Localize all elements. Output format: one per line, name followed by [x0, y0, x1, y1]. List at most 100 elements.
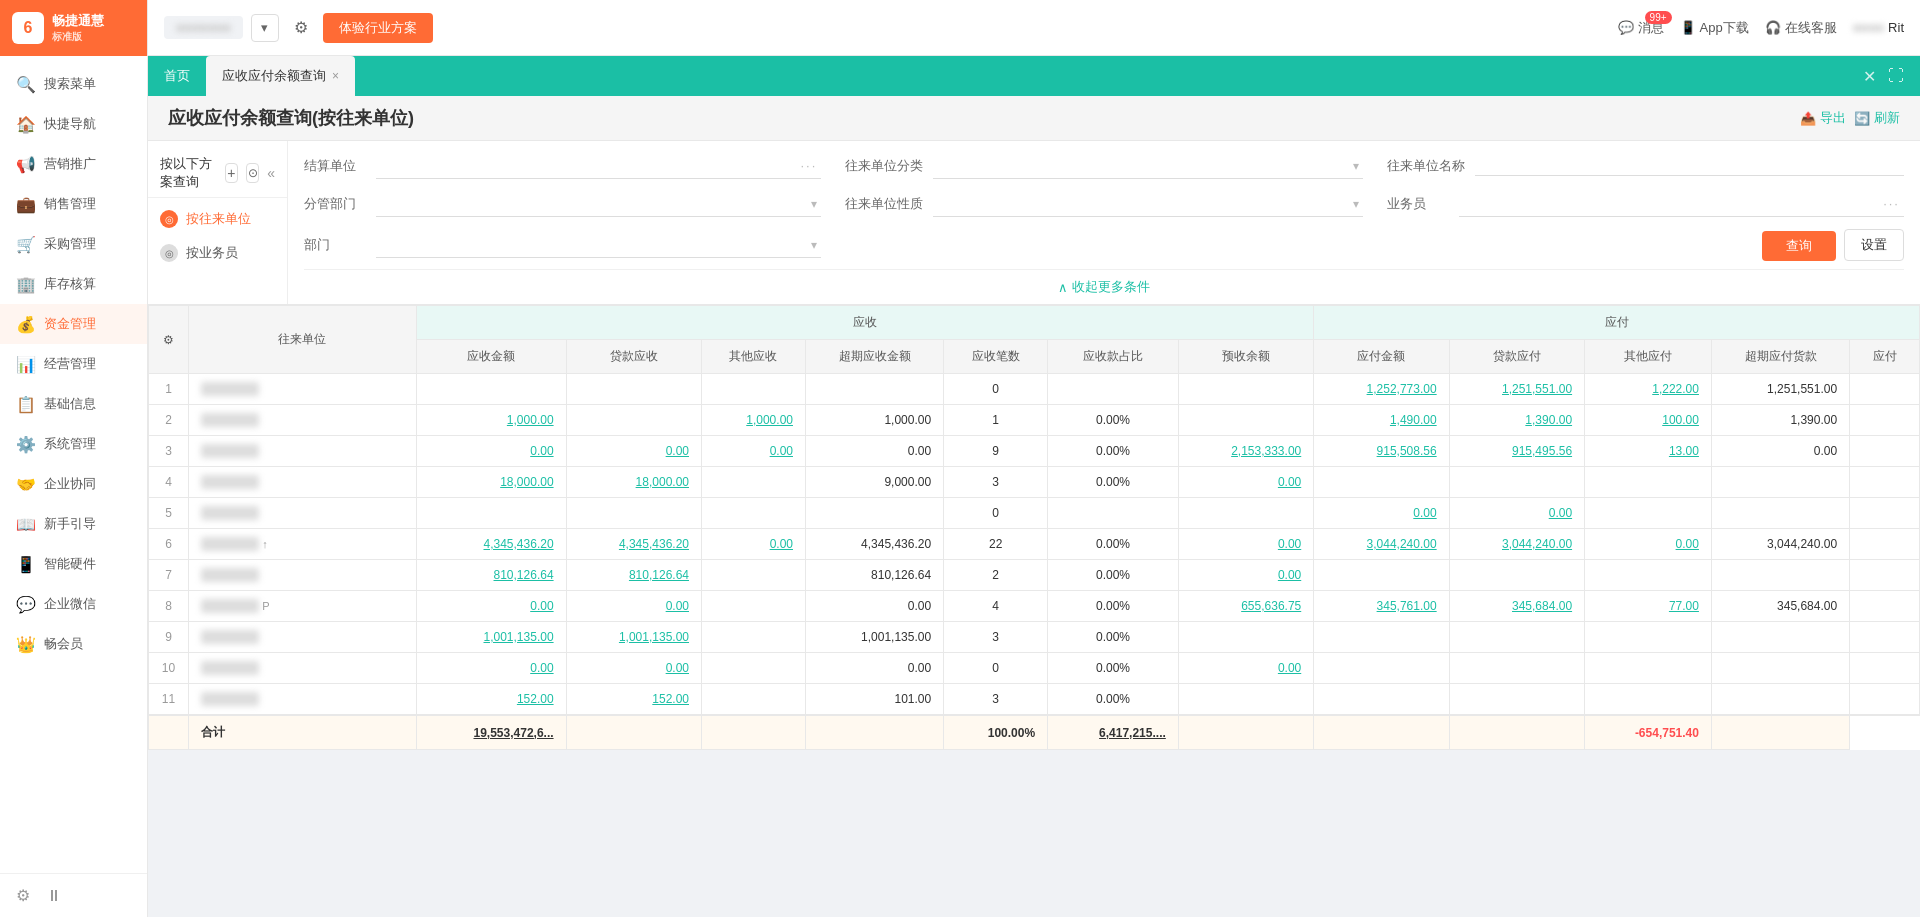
th-payable-group: 应付	[1314, 306, 1920, 340]
dept-manage-label: 分管部门	[304, 195, 368, 213]
filter-header-label: 按以下方案查询 + ⊙ «	[148, 149, 287, 198]
sidebar-item-enterprise[interactable]: 🤝 企业协同	[0, 464, 147, 504]
sidebar-footer: ⚙ ⏸	[0, 873, 147, 917]
filter-add-btn[interactable]: +	[225, 163, 238, 183]
filter-row-2: 分管部门 ▾ 往来单位性质 ▾	[304, 191, 1904, 217]
sidebar-item-search-menu[interactable]: 🔍 搜索菜单	[0, 64, 147, 104]
settings-btn[interactable]: 设置	[1844, 229, 1904, 261]
sidebar-item-smart-hw[interactable]: 📱 智能硬件	[0, 544, 147, 584]
tab-receivable[interactable]: 应收应付余额查询 ×	[206, 56, 355, 96]
dept-manage-arrow-icon: ▾	[811, 197, 817, 211]
filter-cell-partner-nature: 往来单位性质 ▾	[845, 191, 1362, 217]
sidebar-item-base-info[interactable]: 📋 基础信息	[0, 384, 147, 424]
salesperson-input[interactable]: ···	[1459, 191, 1904, 217]
tab-bar: 首页 应收应付余额查询 × ✕ ⛶	[148, 56, 1920, 96]
th-receivable-group: 应收	[416, 306, 1313, 340]
filter-cell-dept: 部门 ▾	[304, 229, 821, 261]
purchase-icon: 🛒	[16, 234, 36, 254]
topbar-gear-icon[interactable]: ⚙	[287, 14, 315, 42]
base-info-icon: 📋	[16, 394, 36, 414]
partner-nature-input[interactable]: ▾	[933, 191, 1362, 217]
table-row: 11■■■■■■■■152.00152.00101.0030.00%	[149, 684, 1920, 716]
sidebar-item-marketing[interactable]: 📢 营销推广	[0, 144, 147, 184]
by-employee-icon: ◎	[160, 244, 178, 262]
sidebar-item-quick-nav[interactable]: 🏠 快捷导航	[0, 104, 147, 144]
sidebar-item-system[interactable]: ⚙️ 系统管理	[0, 424, 147, 464]
th-recv-loan: 贷款应收	[566, 340, 701, 374]
topbar-messages[interactable]: 💬 消息 99+	[1618, 19, 1664, 37]
query-option-by-partner[interactable]: ◎ 按往来单位	[148, 202, 287, 236]
sidebar-item-guide[interactable]: 📖 新手引导	[0, 504, 147, 544]
sidebar-item-wechat[interactable]: 💬 企业微信	[0, 584, 147, 624]
tab-close-window-icon[interactable]: ✕	[1863, 67, 1876, 86]
topbar-nav-dropdown[interactable]: ▾	[251, 14, 279, 42]
partner-cell: ■■■■■■■■ ↑	[189, 529, 417, 560]
query-btn[interactable]: 查询	[1762, 231, 1836, 261]
table-row: 5■■■■■■■■00.000.00	[149, 498, 1920, 529]
partner-category-label: 往来单位分类	[845, 157, 925, 175]
footer-pay-overdue: -654,751.40	[1585, 715, 1712, 750]
topbar: ■■■■■■■ ▾ ⚙ 体验行业方案 💬 消息 99+ 📱 App下载 🎧	[148, 0, 1920, 56]
th-settings: ⚙	[149, 306, 189, 374]
tab-home[interactable]: 首页	[148, 56, 206, 96]
footer-recv-advance[interactable]: 6,417,215....	[1048, 715, 1179, 750]
topbar-left: ■■■■■■■ ▾ ⚙ 体验行业方案	[164, 13, 1606, 43]
footer-recv-amount[interactable]: 19,553,472,6...	[416, 715, 566, 750]
filter-cell-partner-category: 往来单位分类 ▾	[845, 153, 1362, 179]
table-row: 10■■■■■■■■0.000.000.0000.00%0.00	[149, 653, 1920, 684]
th-pay-rest: 应付	[1850, 340, 1920, 374]
export-icon: 📤	[1800, 111, 1816, 126]
footer-label: 合计	[189, 715, 417, 750]
dept-label: 部门	[304, 236, 368, 254]
sidebar-item-member[interactable]: 👑 畅会员	[0, 624, 147, 664]
filter-layout: 按以下方案查询 + ⊙ « ◎ 按往来单位 ◎ 按业务员	[148, 141, 1920, 304]
salesperson-label: 业务员	[1387, 195, 1451, 213]
sidebar-item-purchase[interactable]: 🛒 采购管理	[0, 224, 147, 264]
sidebar-item-operations[interactable]: 📊 经营管理	[0, 344, 147, 384]
partner-cell: ■■■■■■■■	[189, 374, 417, 405]
sidebar-item-inventory[interactable]: 🏢 库存核算	[0, 264, 147, 304]
table-footer-row: 合计 19,553,472,6... 100.00% 6,417,215....…	[149, 715, 1920, 750]
partner-nature-label: 往来单位性质	[845, 195, 925, 213]
sidebar-item-sales[interactable]: 💼 销售管理	[0, 184, 147, 224]
filter-settings-icon[interactable]: ⊙	[246, 163, 259, 183]
smart-hw-icon: 📱	[16, 554, 36, 574]
export-btn[interactable]: 📤 导出	[1800, 109, 1846, 127]
industry-btn[interactable]: 体验行业方案	[323, 13, 433, 43]
sales-icon: 💼	[16, 194, 36, 214]
topbar-right: 💬 消息 99+ 📱 App下载 🎧 在线客服 ■■■■ Rit	[1618, 19, 1904, 37]
dept-input[interactable]: ▾	[376, 232, 821, 258]
topbar-app-download[interactable]: 📱 App下载	[1680, 19, 1749, 37]
quick-nav-icon: 🏠	[16, 114, 36, 134]
th-recv-overdue: 超期应收金额	[805, 340, 943, 374]
partner-category-input[interactable]: ▾	[933, 153, 1362, 179]
table-row: 7■■■■■■■■810,126.64810,126.64810,126.642…	[149, 560, 1920, 591]
table-row: 2■■■■■■■■1,000.001,000.001,000.0010.00%1…	[149, 405, 1920, 436]
refresh-btn[interactable]: 🔄 刷新	[1854, 109, 1900, 127]
tab-fullscreen-icon[interactable]: ⛶	[1888, 67, 1904, 85]
collapse-up-icon: ∧	[1058, 280, 1068, 295]
finance-icon: 💰	[16, 314, 36, 334]
tab-close-btn[interactable]: ×	[332, 69, 339, 83]
collapse-footer-icon[interactable]: ⏸	[46, 887, 62, 905]
partner-cell: ■■■■■■■■	[189, 405, 417, 436]
partner-name-input[interactable]	[1475, 156, 1904, 176]
by-partner-icon: ◎	[160, 210, 178, 228]
filter-cell-partner-name: 往来单位名称	[1387, 153, 1904, 179]
query-option-by-employee[interactable]: ◎ 按业务员	[148, 236, 287, 270]
filter-row-1: 结算单位 ··· 往来单位分类 ▾	[304, 153, 1904, 179]
page-content: 应收应付余额查询(按往来单位) 📤 导出 🔄 刷新	[148, 96, 1920, 917]
filter-area: 按以下方案查询 + ⊙ « ◎ 按往来单位 ◎ 按业务员	[148, 141, 1920, 305]
collapse-bar[interactable]: ∧ 收起更多条件	[304, 269, 1904, 304]
topbar-online-service[interactable]: 🎧 在线客服	[1765, 19, 1837, 37]
filter-collapse-left-icon[interactable]: «	[267, 165, 275, 181]
topbar-user[interactable]: ■■■■ Rit	[1853, 20, 1904, 35]
dept-manage-input[interactable]: ▾	[376, 191, 821, 217]
settlement-input[interactable]: ···	[376, 153, 821, 179]
logo-text: 畅捷通慧 标准版	[52, 12, 104, 44]
settings-footer-icon[interactable]: ⚙	[16, 886, 30, 905]
data-table: ⚙ 往来单位 应收 应付 应收金额 贷款应收 其他应收 超期应收金额 应收笔数	[148, 305, 1920, 750]
table-row: 1■■■■■■■■01,252,773.001,251,551.001,222.…	[149, 374, 1920, 405]
app-download-icon: 📱	[1680, 20, 1696, 35]
sidebar-item-finance[interactable]: 💰 资金管理	[0, 304, 147, 344]
